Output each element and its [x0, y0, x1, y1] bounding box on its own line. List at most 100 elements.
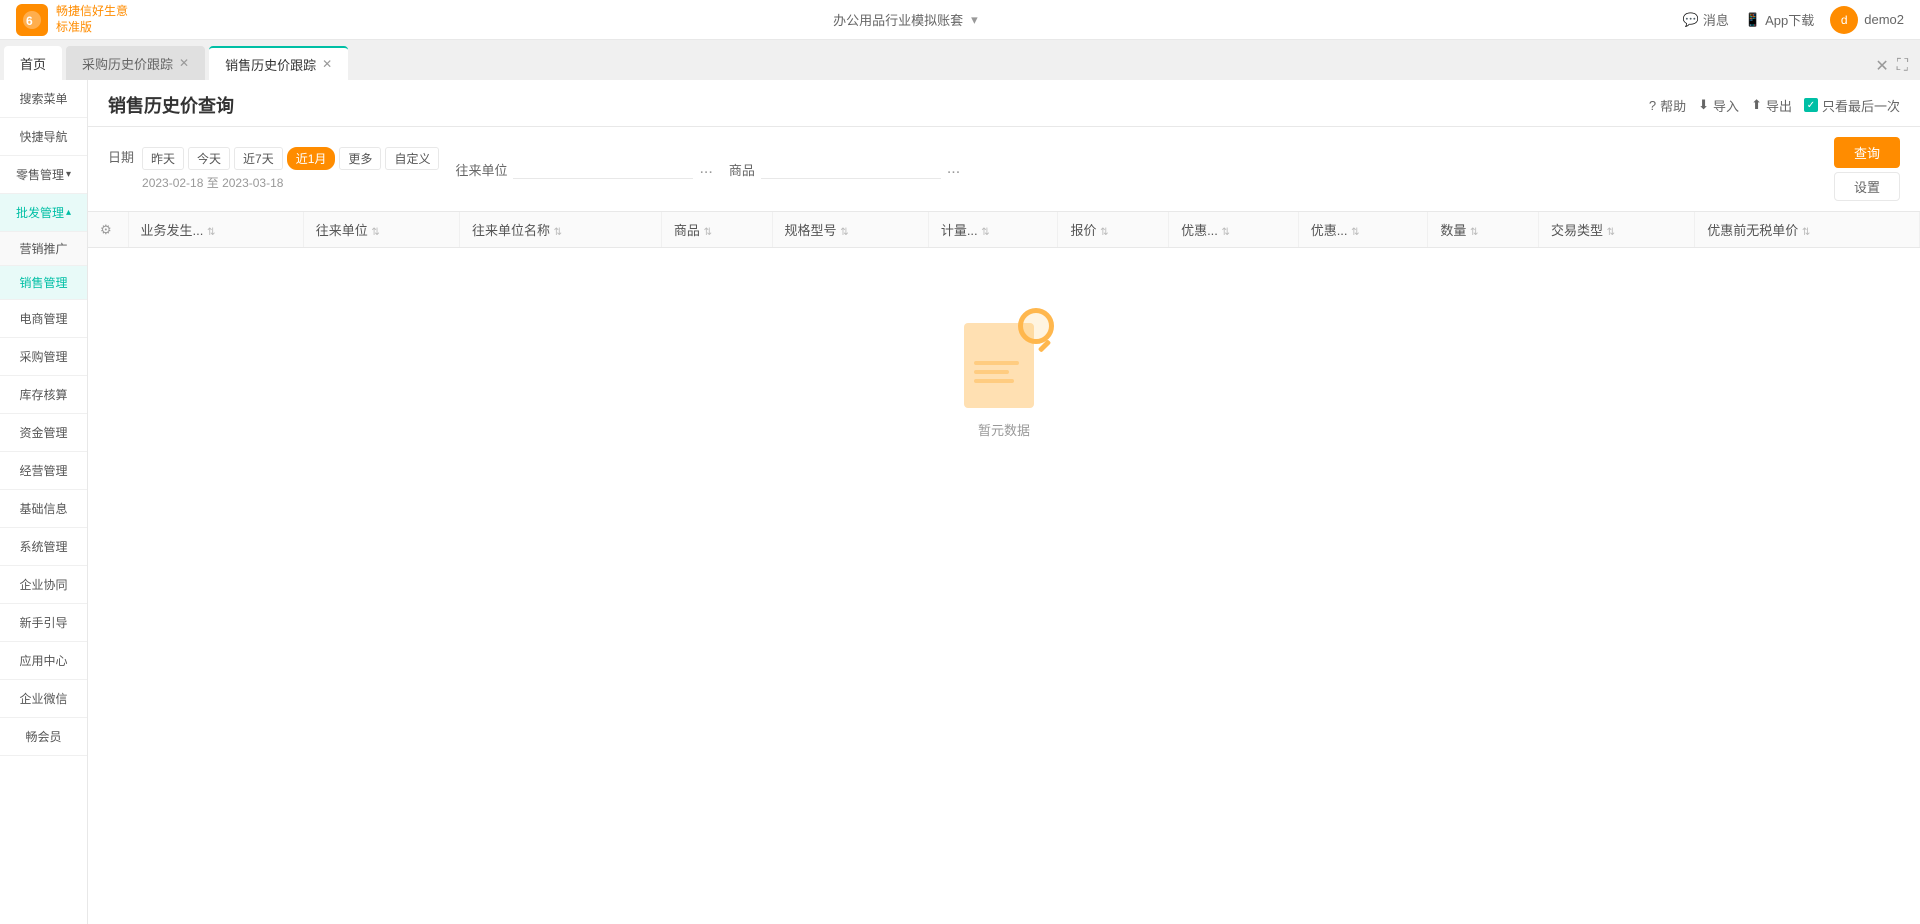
sidebar-item-marketing[interactable]: 营销推广: [0, 232, 87, 266]
sidebar-item-wholesale-mgmt[interactable]: 批发管理 ▴: [0, 194, 87, 232]
col-header-unit-code[interactable]: 往来单位 ⇅: [303, 212, 459, 248]
col-header-gear[interactable]: ⚙: [88, 212, 128, 248]
sidebar-item-retail-mgmt[interactable]: 零售管理 ▾: [0, 156, 87, 194]
sidebar-item-enterprise-coop[interactable]: 企业协同: [0, 566, 87, 604]
date-filter-group: 日期 昨天 今天 近7天 近1月 更多 自定义 2023-02-18 至 202…: [108, 147, 439, 191]
query-button[interactable]: 查询: [1834, 137, 1900, 168]
sidebar-item-business-mgmt[interactable]: 经营管理: [0, 452, 87, 490]
date-btn-yesterday[interactable]: 昨天: [142, 147, 184, 170]
col-header-discount2[interactable]: 优惠... ⇅: [1298, 212, 1428, 248]
from-unit-input[interactable]: [513, 159, 693, 179]
topbar-workspace[interactable]: 办公用品行业模拟账套 ▾: [833, 10, 978, 29]
col-discount1-label: 优惠...: [1181, 223, 1218, 238]
tab-sales-history-close[interactable]: ✕: [322, 57, 332, 71]
app-icon: 📱: [1745, 12, 1761, 28]
tabbar-actions: ✕ ⛶: [1875, 56, 1920, 80]
sidebar-item-ecommerce-mgmt[interactable]: 电商管理: [0, 300, 87, 338]
date-btn-1month[interactable]: 近1月: [287, 147, 336, 170]
sidebar-item-basic-info[interactable]: 基础信息: [0, 490, 87, 528]
goods-label: 商品: [729, 160, 755, 179]
msg-icon: 💬: [1683, 12, 1699, 28]
col-header-biz-date[interactable]: 业务发生... ⇅: [128, 212, 303, 248]
empty-state: 暂元数据: [88, 248, 1920, 499]
user-info[interactable]: d demo2: [1830, 6, 1904, 34]
from-unit-dots[interactable]: ...: [699, 160, 712, 178]
only-last-checkbox[interactable]: ✓ 只看最后一次: [1804, 96, 1900, 115]
svg-text:6: 6: [26, 14, 33, 28]
avatar: d: [1830, 6, 1858, 34]
table-header-row: ⚙ 业务发生... ⇅ 往来单位 ⇅ 往来单位名称 ⇅: [88, 212, 1920, 248]
sidebar-item-inventory[interactable]: 库存核算: [0, 376, 87, 414]
date-btn-today[interactable]: 今天: [188, 147, 230, 170]
help-icon: ?: [1649, 98, 1656, 113]
doc-line-1: [974, 361, 1019, 365]
app-download-btn[interactable]: 📱 App下载: [1745, 10, 1814, 29]
sort-discount2-icon: ⇅: [1351, 227, 1359, 238]
col-header-discount1[interactable]: 优惠... ⇅: [1169, 212, 1299, 248]
help-btn[interactable]: ? 帮助: [1649, 96, 1686, 115]
goods-dots[interactable]: ...: [947, 160, 960, 178]
sidebar-sub-group: 营销推广 销售管理: [0, 232, 87, 300]
col-header-goods[interactable]: 商品 ⇅: [661, 212, 772, 248]
date-btn-7days[interactable]: 近7天: [234, 147, 283, 170]
doc-magnifier: [1018, 308, 1054, 344]
date-buttons: 昨天 今天 近7天 近1月 更多 自定义: [142, 147, 439, 170]
sort-goods-icon: ⇅: [704, 227, 712, 238]
sidebar-item-system-mgmt[interactable]: 系统管理: [0, 528, 87, 566]
topbar-left: 6 畅捷信好生意 标准版: [16, 4, 128, 36]
sidebar-item-app-center[interactable]: 应用中心: [0, 642, 87, 680]
export-icon: ⬆: [1751, 97, 1762, 113]
col-unit-name-label: 往来单位名称: [472, 223, 550, 238]
sidebar-item-quick-nav[interactable]: 快捷导航: [0, 118, 87, 156]
table-container: ⚙ 业务发生... ⇅ 往来单位 ⇅ 往来单位名称 ⇅: [88, 212, 1920, 924]
sidebar-item-sales-mgmt[interactable]: 销售管理: [0, 266, 87, 300]
page-header: 销售历史价查询 ? 帮助 ⬇ 导入 ⬆ 导出 ✓: [88, 80, 1920, 127]
sort-spec-icon: ⇅: [840, 227, 848, 238]
logo-text: 畅捷信好生意 标准版: [56, 4, 128, 35]
filter-bar: 日期 昨天 今天 近7天 近1月 更多 自定义 2023-02-18 至 202…: [88, 127, 1920, 212]
sort-unit-code-icon: ⇅: [371, 227, 379, 238]
sidebar-item-enterprise-wechat[interactable]: 企业微信: [0, 680, 87, 718]
table-header: ⚙ 业务发生... ⇅ 往来单位 ⇅ 往来单位名称 ⇅: [88, 212, 1920, 248]
col-header-tax-price[interactable]: 优惠前无税单价 ⇅: [1695, 212, 1920, 248]
date-btn-custom[interactable]: 自定义: [385, 147, 439, 170]
gear-icon[interactable]: ⚙: [100, 222, 112, 237]
data-table: ⚙ 业务发生... ⇅ 往来单位 ⇅ 往来单位名称 ⇅: [88, 212, 1920, 248]
col-header-price[interactable]: 报价 ⇅: [1058, 212, 1169, 248]
sort-tax-price-icon: ⇅: [1802, 227, 1810, 238]
sidebar-item-purchase-mgmt[interactable]: 采购管理: [0, 338, 87, 376]
col-header-unit[interactable]: 计量... ⇅: [928, 212, 1058, 248]
col-header-spec[interactable]: 规格型号 ⇅: [772, 212, 928, 248]
sidebar-item-finance-mgmt[interactable]: 资金管理: [0, 414, 87, 452]
sidebar-item-new-guide[interactable]: 新手引导: [0, 604, 87, 642]
col-header-unit-name[interactable]: 往来单位名称 ⇅: [460, 212, 662, 248]
msg-btn[interactable]: 💬 消息: [1683, 10, 1729, 29]
tab-purchase-history-close[interactable]: ✕: [179, 56, 189, 70]
workspace-dropdown-icon[interactable]: ▾: [971, 12, 978, 28]
col-discount2-label: 优惠...: [1311, 223, 1348, 238]
col-qty-label: 数量: [1440, 223, 1466, 238]
date-options-group: 昨天 今天 近7天 近1月 更多 自定义 2023-02-18 至 2023-0…: [142, 147, 439, 191]
tab-home[interactable]: 首页: [4, 46, 62, 80]
doc-line-2: [974, 370, 1009, 374]
sidebar-item-search-menu[interactable]: 搜索菜单: [0, 80, 87, 118]
sort-unit-icon: ⇅: [981, 227, 989, 238]
col-unit-code-label: 往来单位: [316, 223, 368, 238]
goods-input[interactable]: [761, 159, 941, 179]
date-btn-more[interactable]: 更多: [339, 147, 381, 170]
col-header-qty[interactable]: 数量 ⇅: [1428, 212, 1539, 248]
sidebar-item-member[interactable]: 畅会员: [0, 718, 87, 756]
tab-close-all-icon[interactable]: ✕: [1875, 56, 1888, 76]
sort-discount1-icon: ⇅: [1222, 227, 1230, 238]
sort-unit-name-icon: ⇅: [554, 227, 562, 238]
settings-button[interactable]: 设置: [1834, 172, 1900, 201]
col-header-trade-type[interactable]: 交易类型 ⇅: [1538, 212, 1694, 248]
from-unit-filter: 往来单位 ...: [455, 159, 712, 179]
tab-purchase-history[interactable]: 采购历史价跟踪 ✕: [66, 46, 205, 80]
import-btn[interactable]: ⬇ 导入: [1698, 96, 1739, 115]
sort-qty-icon: ⇅: [1470, 227, 1478, 238]
tab-sales-history[interactable]: 销售历史价跟踪 ✕: [209, 46, 348, 80]
tab-fullscreen-icon[interactable]: ⛶: [1897, 57, 1908, 75]
doc-lines: [974, 361, 1019, 388]
export-btn[interactable]: ⬆ 导出: [1751, 96, 1792, 115]
